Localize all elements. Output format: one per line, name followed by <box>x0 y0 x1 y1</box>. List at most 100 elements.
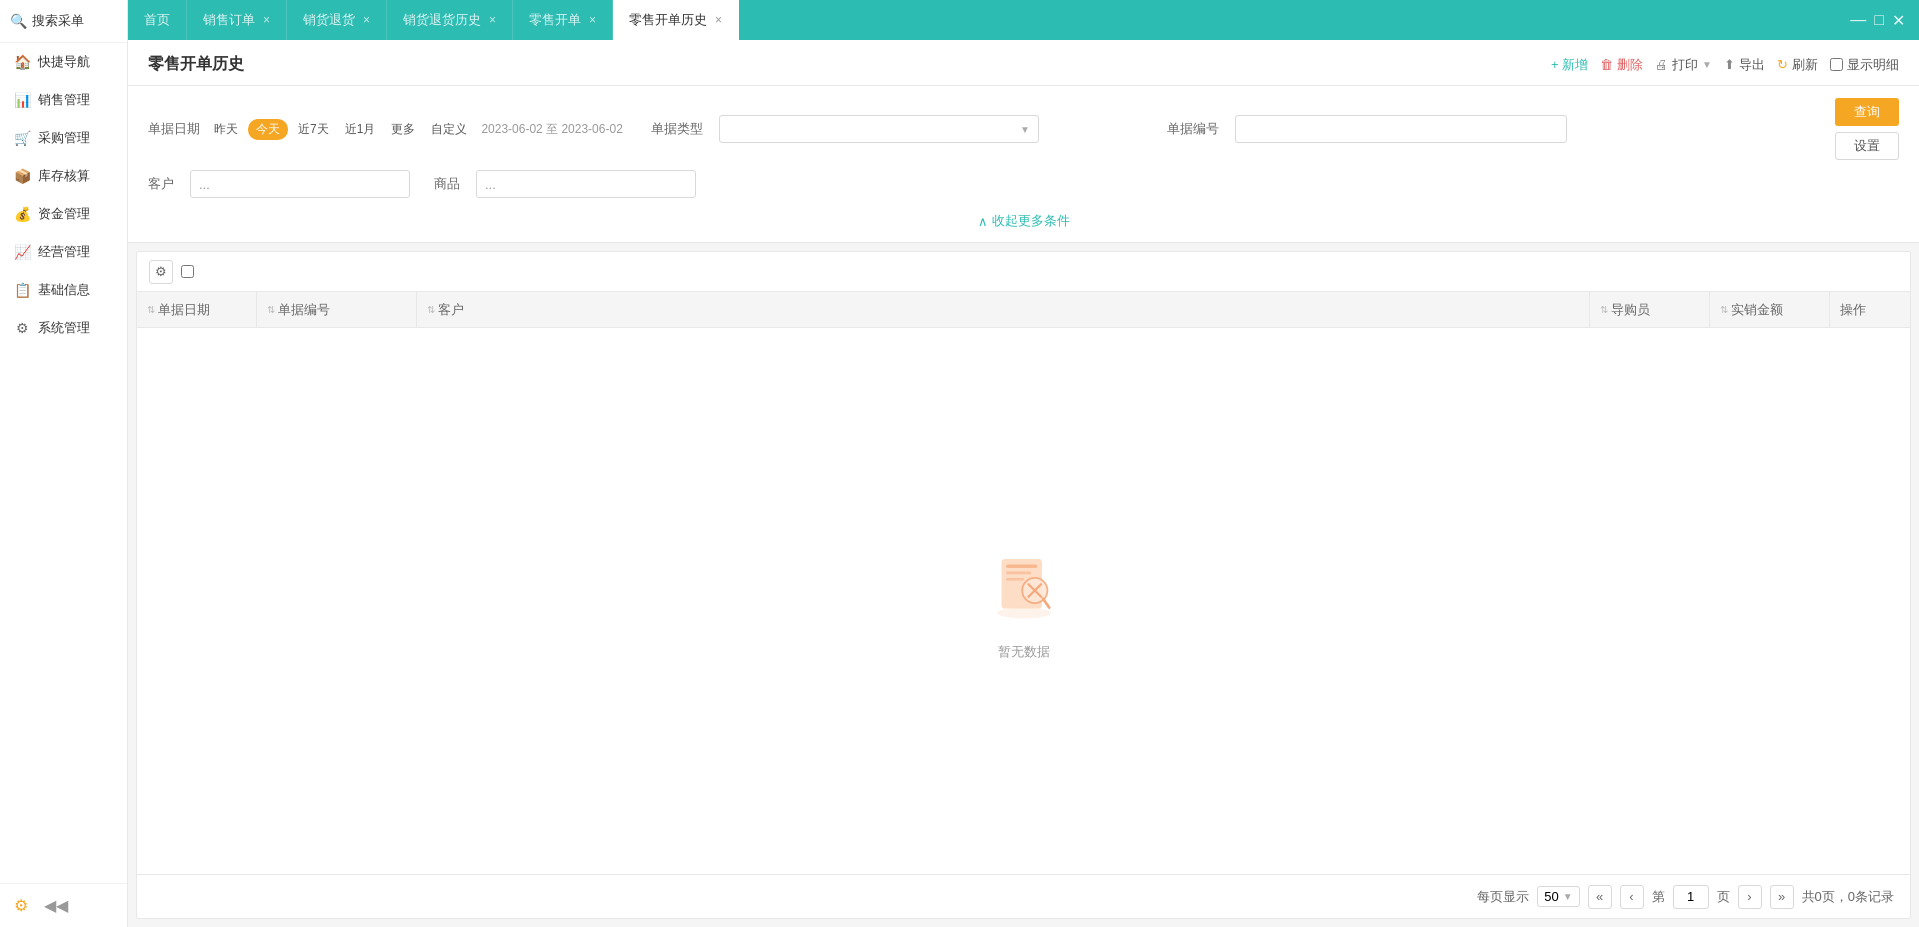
th-customer-sort-icon[interactable]: ⇅ <box>427 304 435 315</box>
refresh-button[interactable]: ↻ 刷新 <box>1777 56 1818 74</box>
sidebar: 🔍 搜索采单 🏠 快捷导航 📊 销售管理 🛒 采购管理 📦 库存核算 💰 资金管… <box>0 0 128 927</box>
svg-rect-3 <box>1006 572 1031 575</box>
filter-row-1: 单据日期 昨天 今天 近7天 近1月 更多 自定义 2023-06-02 至 2… <box>148 98 1899 160</box>
main-area: 首页 销售订单 × 销货退货 × 销货退货历史 × 零售开单 × 零售开单历史 … <box>128 0 1919 927</box>
pagination: 每页显示 50 ▼ « ‹ 第 页 › » <box>137 874 1910 918</box>
sidebar-item-purchase-mgmt[interactable]: 🛒 采购管理 <box>0 119 127 157</box>
customer-input[interactable]: ... <box>190 170 410 198</box>
query-button[interactable]: 查询 <box>1835 98 1899 126</box>
page-size-select[interactable]: 50 ▼ <box>1537 886 1579 907</box>
inventory-icon: 📦 <box>14 168 30 184</box>
tab-retail-open-history-close[interactable]: × <box>715 13 722 27</box>
export-label: 导出 <box>1739 56 1765 74</box>
date-opt-7days[interactable]: 近7天 <box>292 119 335 140</box>
tab-sales-return[interactable]: 销货退货 × <box>287 0 387 40</box>
page-size-value: 50 <box>1544 889 1558 904</box>
tab-sales-return-label: 销货退货 <box>303 11 355 29</box>
collapse-row: ∧ 收起更多条件 <box>148 208 1899 230</box>
column-settings-button[interactable]: ⚙ <box>149 260 173 284</box>
minimize-btn[interactable]: — <box>1850 11 1866 29</box>
svg-point-0 <box>997 608 1051 619</box>
sidebar-item-sys-mgmt[interactable]: ⚙ 系统管理 <box>0 309 127 347</box>
delete-button[interactable]: 🗑 删除 <box>1600 56 1643 74</box>
th-amount-sort-icon[interactable]: ⇅ <box>1720 304 1728 315</box>
table-area: ⚙ ⇅ 单据日期 ⇅ 单据编号 ⇅ 客户 ⇅ 导购 <box>136 251 1911 919</box>
empty-state: 暂无数据 <box>137 328 1910 874</box>
empty-text: 暂无数据 <box>998 643 1050 661</box>
content-area: 零售开单历史 + 新增 🗑 删除 🖨 打印 ▼ ⬆ 导出 <box>128 40 1919 927</box>
tab-sales-return-close[interactable]: × <box>363 13 370 27</box>
tab-retail-open[interactable]: 零售开单 × <box>513 0 613 40</box>
last-page-button[interactable]: » <box>1770 885 1794 909</box>
tab-sales-return-history-close[interactable]: × <box>489 13 496 27</box>
svg-rect-4 <box>1006 578 1024 581</box>
sidebar-search-label: 搜索采单 <box>32 12 84 30</box>
select-all-checkbox[interactable] <box>181 265 194 278</box>
operation-icon: 📈 <box>14 244 30 260</box>
table-header: ⇅ 单据日期 ⇅ 单据编号 ⇅ 客户 ⇅ 导购员 ⇅ 实销金额 <box>137 292 1910 328</box>
print-arrow-icon: ▼ <box>1702 59 1712 70</box>
empty-illustration <box>979 541 1069 631</box>
close-app-btn[interactable]: ✕ <box>1892 11 1905 30</box>
tab-sales-order-label: 销售订单 <box>203 11 255 29</box>
tab-home[interactable]: 首页 <box>128 0 187 40</box>
sidebar-item-finance[interactable]: 💰 资金管理 <box>0 195 127 233</box>
prev-page-button[interactable]: ‹ <box>1620 885 1644 909</box>
date-opt-yesterday[interactable]: 昨天 <box>208 119 244 140</box>
goods-input[interactable]: ... <box>476 170 696 198</box>
tab-retail-open-close[interactable]: × <box>589 13 596 27</box>
print-icon: 🖨 <box>1655 57 1668 72</box>
tab-sales-order[interactable]: 销售订单 × <box>187 0 287 40</box>
sidebar-item-label: 库存核算 <box>38 167 90 185</box>
settings-bottom-icon[interactable]: ⚙ <box>14 896 28 915</box>
th-guide-sort-icon[interactable]: ⇅ <box>1600 304 1608 315</box>
sidebar-item-label: 经营管理 <box>38 243 90 261</box>
sys-icon: ⚙ <box>14 320 30 336</box>
th-date-label: 单据日期 <box>158 301 210 319</box>
customer-ellipsis: ... <box>199 177 210 192</box>
date-opt-today[interactable]: 今天 <box>248 119 288 140</box>
print-button[interactable]: 🖨 打印 ▼ <box>1655 56 1712 74</box>
collapse-button[interactable]: ∧ 收起更多条件 <box>978 212 1070 230</box>
th-date-sort-icon[interactable]: ⇅ <box>147 304 155 315</box>
refresh-label: 刷新 <box>1792 56 1818 74</box>
display-detail-check[interactable] <box>1830 58 1843 71</box>
column-settings-icon: ⚙ <box>155 264 167 279</box>
th-guide-label: 导购员 <box>1611 301 1650 319</box>
date-opt-more[interactable]: 更多 <box>385 119 421 140</box>
date-opt-custom[interactable]: 自定义 <box>425 119 473 140</box>
del-label: 删除 <box>1617 56 1643 74</box>
first-page-button[interactable]: « <box>1588 885 1612 909</box>
tab-retail-open-history[interactable]: 零售开单历史 × <box>613 0 739 40</box>
settings-button[interactable]: 设置 <box>1835 132 1899 160</box>
tabbar-end: — □ ✕ <box>1836 0 1919 40</box>
tab-sales-order-close[interactable]: × <box>263 13 270 27</box>
num-input[interactable] <box>1235 115 1567 143</box>
th-date: ⇅ 单据日期 <box>137 292 257 327</box>
filter-row-2: 客户 ... 商品 ... <box>148 170 1899 198</box>
print-label: 打印 <box>1672 56 1698 74</box>
sidebar-item-inventory[interactable]: 📦 库存核算 <box>0 157 127 195</box>
sidebar-search[interactable]: 🔍 搜索采单 <box>0 0 127 43</box>
sidebar-item-sales-mgmt[interactable]: 📊 销售管理 <box>0 81 127 119</box>
collapse-sidebar-icon[interactable]: ◀◀ <box>44 896 68 915</box>
prev-page-icon: ‹ <box>1629 889 1633 904</box>
restore-btn[interactable]: □ <box>1874 11 1884 29</box>
home-icon: 🏠 <box>14 54 30 70</box>
date-opt-1month[interactable]: 近1月 <box>339 119 382 140</box>
export-button[interactable]: ⬆ 导出 <box>1724 56 1765 74</box>
sidebar-item-operation[interactable]: 📈 经营管理 <box>0 233 127 271</box>
display-detail-checkbox[interactable]: 显示明细 <box>1830 56 1899 74</box>
th-num-sort-icon[interactable]: ⇅ <box>267 304 275 315</box>
refresh-icon: ↻ <box>1777 57 1788 72</box>
tab-sales-return-history[interactable]: 销货退货历史 × <box>387 0 513 40</box>
export-icon: ⬆ <box>1724 57 1735 72</box>
type-select[interactable]: ▼ <box>719 115 1039 143</box>
sidebar-item-base-info[interactable]: 📋 基础信息 <box>0 271 127 309</box>
th-guide: ⇅ 导购员 <box>1590 292 1710 327</box>
sidebar-item-quick-nav[interactable]: 🏠 快捷导航 <box>0 43 127 81</box>
next-page-button[interactable]: › <box>1738 885 1762 909</box>
page-input[interactable] <box>1673 885 1709 909</box>
add-button[interactable]: + 新增 <box>1551 56 1588 74</box>
page-size-arrow-icon: ▼ <box>1563 891 1573 902</box>
